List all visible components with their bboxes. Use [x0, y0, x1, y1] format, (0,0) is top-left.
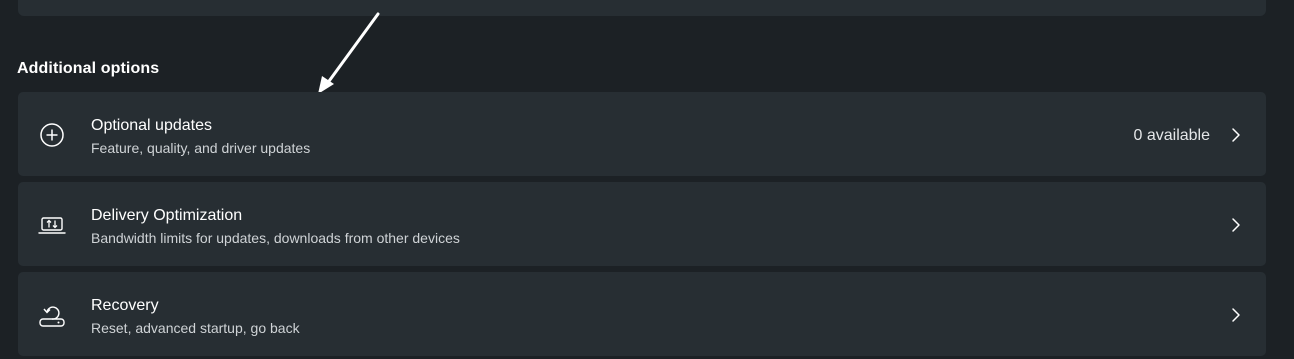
- delivery-optimization-item[interactable]: Delivery Optimization Bandwidth limits f…: [18, 182, 1266, 266]
- recovery-icon: [39, 306, 65, 327]
- option-subtitle: Bandwidth limits for updates, downloads …: [91, 230, 460, 246]
- chevron-right-icon: [1232, 128, 1240, 142]
- optional-updates-item[interactable]: Optional updates Feature, quality, and d…: [18, 92, 1266, 176]
- option-subtitle: Reset, advanced startup, go back: [91, 320, 300, 336]
- recovery-item[interactable]: Recovery Reset, advanced startup, go bac…: [18, 272, 1266, 356]
- chevron-right-icon: [1232, 218, 1240, 232]
- section-title: Additional options: [17, 60, 160, 77]
- available-count: 0 available: [1133, 127, 1211, 144]
- settings-page: Additional options Optional updates Feat…: [0, 0, 1294, 359]
- option-title: Recovery: [91, 297, 159, 314]
- option-title: Optional updates: [91, 117, 212, 134]
- add-circle-icon: [40, 123, 64, 147]
- annotation-arrow: [318, 12, 380, 94]
- delivery-optimization-icon: [38, 217, 66, 234]
- option-title: Delivery Optimization: [91, 207, 243, 224]
- chevron-right-icon: [1232, 308, 1240, 322]
- previous-setting-card[interactable]: [18, 0, 1266, 16]
- option-subtitle: Feature, quality, and driver updates: [91, 140, 311, 156]
